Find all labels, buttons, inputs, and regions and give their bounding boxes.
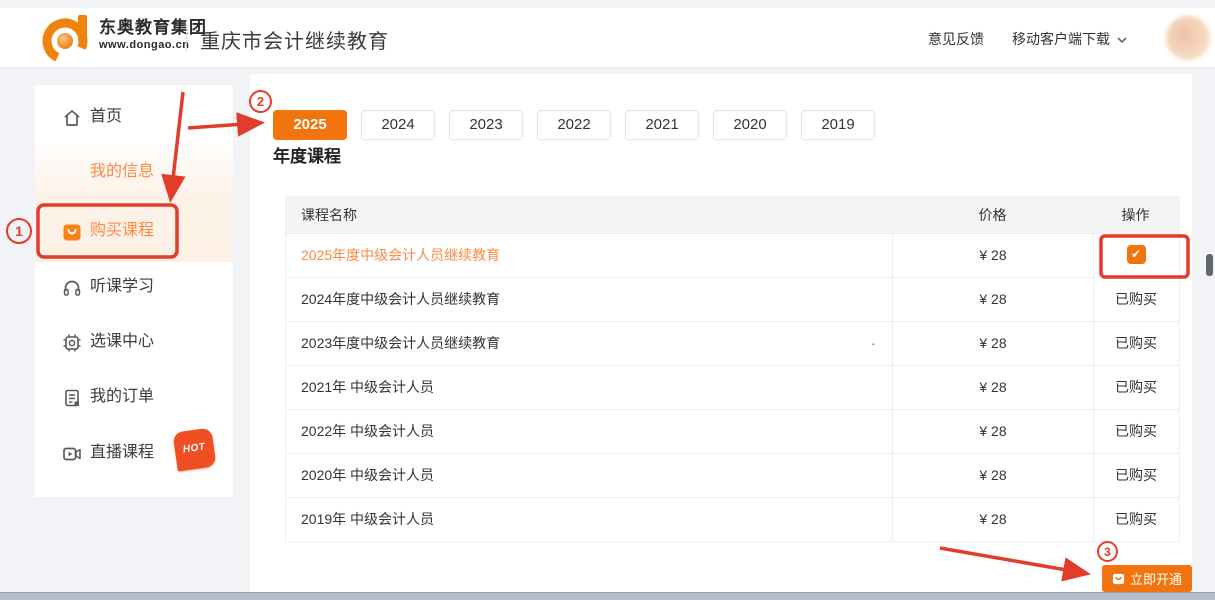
course-name[interactable]: 2024年度中级会计人员继续教育 [286, 278, 892, 321]
year-tab-2024[interactable]: 2024 [361, 110, 435, 140]
horizontal-scrollbar[interactable] [0, 592, 1215, 600]
activate-now-label: 立即开通 [1130, 569, 1182, 588]
course-checkbox-checked[interactable]: ✔ [1127, 245, 1146, 264]
sidebar-item-my-orders[interactable]: 我的订单 [35, 380, 233, 414]
col-header-course-name: 课程名称 [286, 197, 892, 233]
year-tab-2020[interactable]: 2020 [713, 110, 787, 140]
sidebar-item-label: 我的信息 [90, 155, 154, 189]
course-price: ¥ 28 [892, 278, 1093, 321]
purchased-label: 已购买 [1115, 291, 1157, 307]
purchased-label: 已购买 [1115, 423, 1157, 439]
table-row: 2021年 中级会计人员¥ 28 已购买 [286, 365, 1179, 409]
home-icon [62, 107, 82, 127]
year-tab-2021[interactable]: 2021 [625, 110, 699, 140]
course-name[interactable]: 2022年 中级会计人员 [286, 410, 892, 453]
sidebar-item-course-center[interactable]: 选课中心 [35, 325, 233, 359]
sidebar-item-buy-courses[interactable]: 购买课程 [35, 214, 233, 248]
bag-icon [1112, 572, 1125, 585]
year-tab-2023[interactable]: 2023 [449, 110, 523, 140]
purchased-label: 已购买 [1115, 379, 1157, 395]
course-price: ¥ 28 [892, 366, 1093, 409]
table-row: 2022年 中级会计人员¥ 28 已购买 [286, 409, 1179, 453]
purchased-label: 已购买 [1115, 467, 1157, 483]
course-action: ✔ [1093, 234, 1178, 277]
course-name[interactable]: 2025年度中级会计人员继续教育 [286, 234, 892, 277]
col-header-price: 价格 [892, 197, 1093, 233]
course-action: 已购买 [1093, 278, 1178, 321]
year-tab-2025[interactable]: 2025 [273, 110, 347, 140]
sidebar-item-label: 购买课程 [90, 214, 154, 248]
course-name[interactable]: 2019年 中级会计人员 [286, 498, 892, 541]
table-row: 2019年 中级会计人员¥ 28 已购买 [286, 497, 1179, 541]
headphones-icon [62, 277, 82, 297]
main-content-panel: 2025 2024 2023 2022 2021 2020 2019 年度课程 课程名称 价… [250, 74, 1192, 592]
sidebar-item-label: 我的订单 [90, 380, 154, 414]
sidebar-item-listen-learn[interactable]: 听课学习 [35, 270, 233, 304]
sidebar-item-my-info[interactable]: 我的信息 [35, 155, 233, 189]
course-price: ¥ 28 [892, 234, 1093, 277]
video-icon [62, 443, 82, 463]
feedback-link[interactable]: 意见反馈 [928, 29, 984, 49]
order-icon [62, 387, 82, 407]
sidebar-item-label: 选课中心 [90, 325, 154, 359]
table-row: 2025年度中级会计人员继续教育¥ 28 ✔ [286, 233, 1179, 277]
chip-icon [62, 332, 82, 352]
purchased-label: 已购买 [1115, 335, 1157, 351]
top-header: 东奥教育集团 www.dongao.cn 重庆市会计继续教育 意见反馈 移动客户… [0, 8, 1215, 68]
course-action: 已购买 [1093, 322, 1178, 365]
logo-website: www.dongao.cn [99, 38, 207, 52]
sidebar-item-label: 直播课程 [90, 436, 154, 470]
header-divider [186, 24, 187, 52]
course-price: ¥ 28 [892, 410, 1093, 453]
year-tabs: 2025 2024 2023 2022 2021 2020 2019 [273, 110, 875, 140]
user-avatar[interactable] [1166, 16, 1210, 60]
bag-icon [62, 221, 82, 241]
table-row: 2023年度中级会计人员继续教育·¥ 28 已购买 [286, 321, 1179, 365]
table-row: 2020年 中级会计人员¥ 28 已购买 [286, 453, 1179, 497]
stray-mark: · [871, 322, 876, 365]
purchased-label: 已购买 [1115, 511, 1157, 527]
course-action: 已购买 [1093, 366, 1178, 409]
course-price: ¥ 28 [892, 454, 1093, 497]
activate-now-button[interactable]: 立即开通 [1102, 565, 1192, 592]
chevron-down-icon[interactable] [1117, 35, 1127, 45]
course-price: ¥ 28 [892, 322, 1093, 365]
hot-badge: HOT [172, 428, 216, 472]
year-tab-2019[interactable]: 2019 [801, 110, 875, 140]
course-name[interactable]: 2021年 中级会计人员 [286, 366, 892, 409]
col-header-action: 操作 [1093, 197, 1178, 233]
course-action: 已购买 [1093, 410, 1178, 453]
logo-company-name: 东奥教育集团 [99, 18, 207, 38]
sidebar-item-home[interactable]: 首页 [35, 100, 233, 134]
course-name[interactable]: 2023年度中级会计人员继续教育· [286, 322, 892, 365]
vertical-scrollbar-thumb[interactable] [1206, 254, 1213, 276]
site-title: 重庆市会计继续教育 [200, 25, 389, 54]
course-name[interactable]: 2020年 中级会计人员 [286, 454, 892, 497]
sidebar-nav: 首页我的信息购买课程听课学习选课中心我的订单直播课程HOT [35, 85, 233, 497]
annotation-step-1: 1 [6, 218, 32, 244]
table-row: 2024年度中级会计人员继续教育¥ 28 已购买 [286, 277, 1179, 321]
course-action: 已购买 [1093, 498, 1178, 541]
section-title: 年度课程 [273, 142, 341, 167]
course-action: 已购买 [1093, 454, 1178, 497]
table-header-row: 课程名称 价格 操作 [286, 197, 1179, 233]
logo-text: 东奥教育集团 www.dongao.cn [99, 18, 207, 52]
sidebar-item-label: 听课学习 [90, 270, 154, 304]
year-tab-2022[interactable]: 2022 [537, 110, 611, 140]
course-price: ¥ 28 [892, 498, 1093, 541]
courses-table: 课程名称 价格 操作 2025年度中级会计人员继续教育¥ 28✔2024年度中级… [285, 196, 1180, 542]
sidebar-item-label: 首页 [90, 100, 122, 134]
sidebar-item-live-courses[interactable]: 直播课程HOT [35, 436, 233, 470]
mobile-download-link[interactable]: 移动客户端下载 [1012, 29, 1110, 49]
dongao-logo-icon[interactable] [40, 12, 92, 64]
